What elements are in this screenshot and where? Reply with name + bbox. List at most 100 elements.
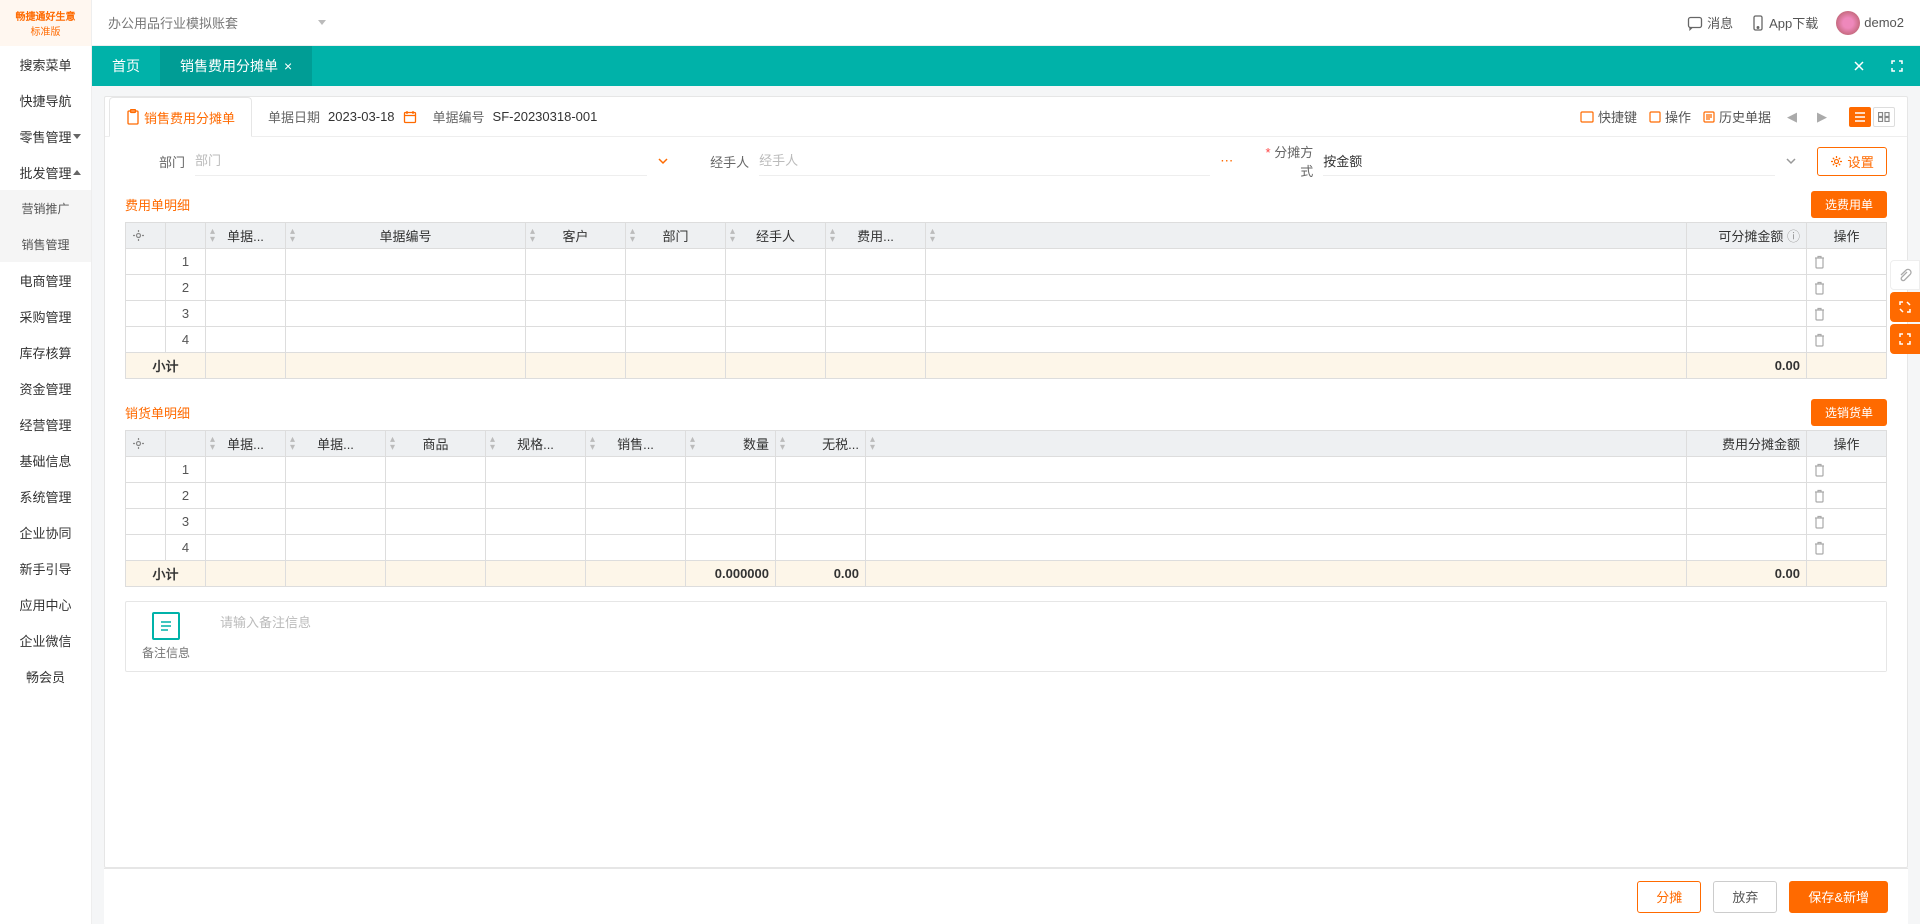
sales-col-c2[interactable]: ▴▾单据... <box>286 431 386 457</box>
fee-col-amount[interactable]: 可分摊金额 ⓘ <box>1687 223 1807 249</box>
settings-button[interactable]: 设置 <box>1817 147 1887 176</box>
sidebar-item[interactable]: 零售管理 <box>0 118 91 154</box>
tab-home[interactable]: 首页 <box>92 46 160 86</box>
sidebar-subitem[interactable]: 销售管理 <box>0 226 91 262</box>
sidebar-item[interactable]: 批发管理 <box>0 154 91 190</box>
dept-dropdown-icon[interactable] <box>657 157 689 165</box>
delete-row-button[interactable] <box>1807 483 1887 509</box>
sidebar-item[interactable]: 系统管理 <box>0 478 91 514</box>
view-grid-button[interactable] <box>1873 107 1895 127</box>
sales-col-gear[interactable] <box>126 431 166 457</box>
delete-row-button[interactable] <box>1807 275 1887 301</box>
sales-col-c3[interactable]: ▴▾商品 <box>386 431 486 457</box>
expand-button-2[interactable] <box>1890 324 1920 354</box>
allocation-dropdown-icon[interactable] <box>1785 157 1817 165</box>
document-tab[interactable]: 销售费用分摊单 <box>109 97 252 137</box>
remarks-input[interactable] <box>206 602 1886 671</box>
tab-close-icon[interactable]: × <box>284 58 292 74</box>
gear-icon <box>1830 155 1843 168</box>
app-download-link[interactable]: App下载 <box>1751 13 1818 32</box>
tab-active-label: 销售费用分摊单 <box>180 56 278 76</box>
dept-input[interactable] <box>195 146 647 176</box>
tab-active[interactable]: 销售费用分摊单 × <box>160 46 312 86</box>
account-selector[interactable]: 办公用品行业模拟账套 <box>108 13 326 32</box>
fee-col-blank[interactable]: ▴▾ <box>926 223 1687 249</box>
fee-col-c4[interactable]: ▴▾部门 <box>626 223 726 249</box>
table-row[interactable]: 1 <box>126 457 1887 483</box>
sidebar-item[interactable]: 企业协同 <box>0 514 91 550</box>
table-row[interactable]: 3 <box>126 301 1887 327</box>
table-row[interactable]: 4 <box>126 327 1887 353</box>
select-sales-doc-button[interactable]: 选销货单 <box>1811 399 1887 426</box>
sidebar-item[interactable]: 快捷导航 <box>0 82 91 118</box>
sidebar-item[interactable]: 资金管理 <box>0 370 91 406</box>
handler-input[interactable] <box>759 146 1210 176</box>
history-link[interactable]: 历史单据 <box>1703 107 1771 126</box>
sidebar-subitem[interactable]: 营销推广 <box>0 190 91 226</box>
delete-row-button[interactable] <box>1807 249 1887 275</box>
fee-col-c3[interactable]: ▴▾客户 <box>526 223 626 249</box>
shortcut-link[interactable]: 快捷键 <box>1580 107 1637 126</box>
doc-date-field[interactable]: 单据日期 2023-03-18 <box>268 107 417 126</box>
allocation-input[interactable] <box>1323 146 1775 176</box>
sidebar-item[interactable]: 应用中心 <box>0 586 91 622</box>
next-doc-button[interactable]: ▶ <box>1813 109 1831 125</box>
sales-col-c1[interactable]: ▴▾单据... <box>206 431 286 457</box>
doc-code-value: SF-20230318-001 <box>493 109 598 124</box>
select-fee-doc-button[interactable]: 选费用单 <box>1811 191 1887 218</box>
doc-code-field: 单据编号 SF-20230318-001 <box>433 107 598 126</box>
sidebar: 畅捷通好生意 标准版 搜索菜单快捷导航零售管理批发管理营销推广销售管理电商管理采… <box>0 0 92 924</box>
sidebar-item[interactable]: 电商管理 <box>0 262 91 298</box>
sidebar-item[interactable]: 搜索菜单 <box>0 46 91 82</box>
document-card: 销售费用分摊单 单据日期 2023-03-18 单据编号 SF-20230318… <box>104 96 1908 868</box>
expand-button-1[interactable] <box>1890 292 1920 322</box>
fullscreen-button[interactable] <box>1882 51 1912 81</box>
delete-row-button[interactable] <box>1807 301 1887 327</box>
sales-col-blank[interactable]: ▴▾ <box>866 431 1687 457</box>
doc-code-label: 单据编号 <box>433 107 485 126</box>
sales-col-c4[interactable]: ▴▾规格... <box>486 431 586 457</box>
sidebar-item[interactable]: 企业微信 <box>0 622 91 658</box>
operation-link[interactable]: 操作 <box>1649 107 1691 126</box>
user-menu[interactable]: demo2 <box>1836 11 1904 35</box>
allocate-button[interactable]: 分摊 <box>1637 881 1701 913</box>
fee-col-c5[interactable]: ▴▾经手人 <box>726 223 826 249</box>
sales-col-op: 操作 <box>1807 431 1887 457</box>
delete-row-button[interactable] <box>1807 535 1887 561</box>
table-row[interactable]: 4 <box>126 535 1887 561</box>
sidebar-item[interactable]: 采购管理 <box>0 298 91 334</box>
attachment-button[interactable] <box>1890 260 1920 290</box>
delete-row-button[interactable] <box>1807 509 1887 535</box>
sales-col-c6[interactable]: ▴▾数量 <box>686 431 776 457</box>
brand-edition: 标准版 <box>31 23 61 38</box>
table-row[interactable]: 1 <box>126 249 1887 275</box>
save-new-button[interactable]: 保存&新增 <box>1789 881 1888 913</box>
table-row[interactable]: 3 <box>126 509 1887 535</box>
top-header: 办公用品行业模拟账套 消息 App下载 <box>92 0 1920 46</box>
calendar-icon[interactable] <box>403 110 417 124</box>
close-all-tabs-button[interactable] <box>1844 51 1874 81</box>
avatar <box>1836 11 1860 35</box>
sidebar-item[interactable]: 库存核算 <box>0 334 91 370</box>
fee-col-c2[interactable]: ▴▾单据编号 <box>286 223 526 249</box>
table-row[interactable]: 2 <box>126 483 1887 509</box>
view-list-button[interactable] <box>1849 107 1871 127</box>
sidebar-item[interactable]: 经营管理 <box>0 406 91 442</box>
handler-more-icon[interactable]: ⋯ <box>1220 153 1253 169</box>
prev-doc-button[interactable]: ◀ <box>1783 109 1801 125</box>
sales-col-c5[interactable]: ▴▾销售... <box>586 431 686 457</box>
table-row[interactable]: 2 <box>126 275 1887 301</box>
sidebar-item[interactable]: 畅会员 <box>0 658 91 694</box>
sales-col-c7[interactable]: ▴▾无税... <box>776 431 866 457</box>
sidebar-item[interactable]: 基础信息 <box>0 442 91 478</box>
sales-col-amount[interactable]: 费用分摊金额 <box>1687 431 1807 457</box>
messages-link[interactable]: 消息 <box>1687 13 1733 32</box>
delete-row-button[interactable] <box>1807 327 1887 353</box>
delete-row-button[interactable] <box>1807 457 1887 483</box>
shortcut-label: 快捷键 <box>1598 107 1637 126</box>
fee-col-c1[interactable]: ▴▾单据... <box>206 223 286 249</box>
discard-button[interactable]: 放弃 <box>1713 881 1777 913</box>
fee-col-gear[interactable] <box>126 223 166 249</box>
fee-col-c6[interactable]: ▴▾费用... <box>826 223 926 249</box>
sidebar-item[interactable]: 新手引导 <box>0 550 91 586</box>
